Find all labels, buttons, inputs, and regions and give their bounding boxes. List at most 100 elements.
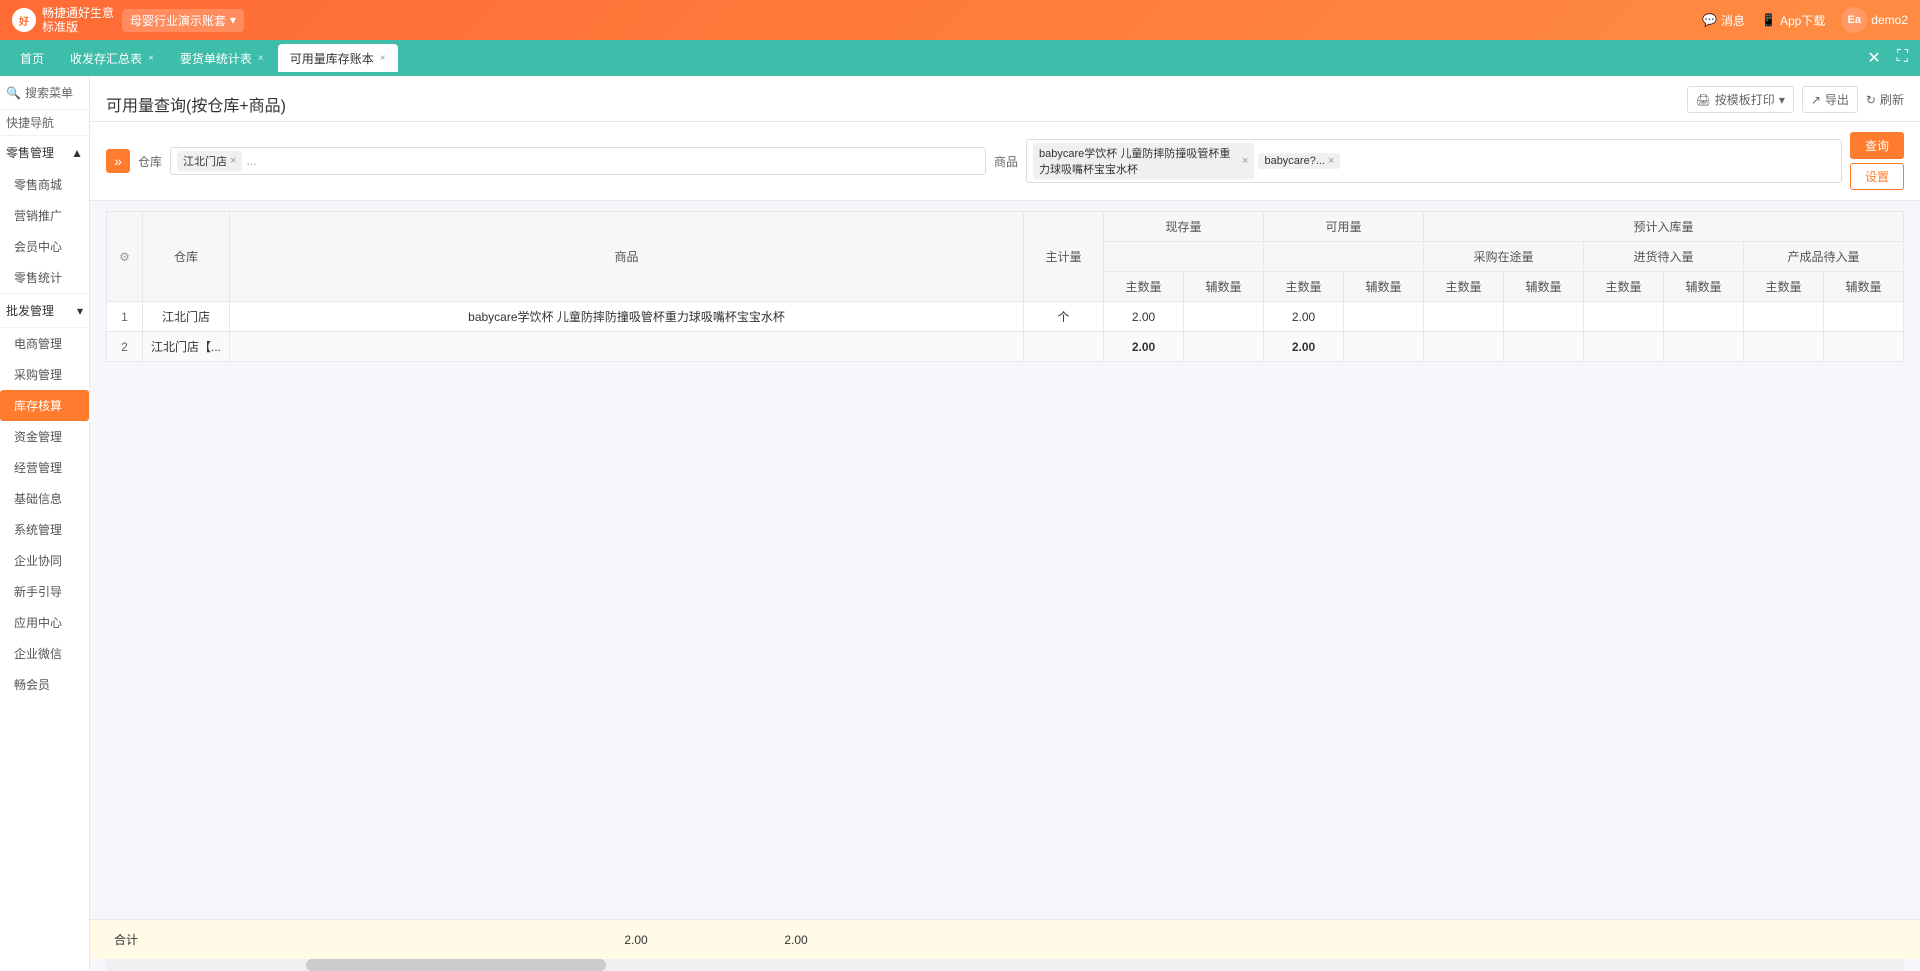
product-tag-1[interactable]: babycare学饮杯 儿童防摔防撞吸管杯重力球吸嘴杯宝宝水杯 ×	[1033, 143, 1254, 179]
cell-inbound-aux-subtotal	[1664, 332, 1744, 362]
row-number: 1	[107, 302, 143, 332]
product-filter-label: 商品	[994, 153, 1018, 170]
footer-stock-main: 2.00	[596, 933, 676, 947]
sidebar-item-app-center[interactable]: 应用中心	[0, 607, 89, 638]
message-icon: 💬	[1702, 13, 1717, 27]
tab-home[interactable]: 首页	[8, 44, 56, 72]
cell-stock-main: 2.00	[1104, 302, 1184, 332]
maximize-button[interactable]: ⛶	[1893, 44, 1912, 72]
sidebar-item-retail-mall[interactable]: 零售商城	[0, 169, 89, 200]
th-inbound-main-qty: 主数量	[1584, 272, 1664, 302]
tab-available-ledger[interactable]: 可用量库存账本 ×	[278, 44, 398, 72]
sidebar-item-member[interactable]: 会员中心	[0, 231, 89, 262]
cell-stock-main-subtotal: 2.00	[1104, 332, 1184, 362]
tab-bar-actions: ✕ ⛶	[1863, 44, 1912, 72]
sidebar-item-system[interactable]: 系统管理	[0, 514, 89, 545]
cell-inbound-main	[1584, 302, 1664, 332]
sidebar-item-retail-stats[interactable]: 零售统计	[0, 262, 89, 293]
store-selector[interactable]: 母婴行业演示账套 ▾	[122, 9, 244, 32]
close-icon[interactable]: ×	[148, 53, 154, 64]
warehouse-tag[interactable]: 江北门店 ×	[177, 151, 242, 171]
sidebar-item-purchase[interactable]: 采购管理	[0, 359, 89, 390]
close-icon[interactable]: ×	[1242, 155, 1248, 167]
horizontal-scrollbar[interactable]	[106, 959, 1904, 971]
row-number: 2	[107, 332, 143, 362]
top-header: 好 畅捷通好生意 标准版 母婴行业演示账套 ▾ 💬 消息 📱 App下载 Ea …	[0, 0, 1920, 40]
cell-avail-aux	[1344, 302, 1424, 332]
sidebar-item-inventory[interactable]: 库存核算	[0, 390, 89, 421]
data-table: ⚙ 仓库 商品 主计量 现存量 可用量 预计入库量 采购在途量 进货待入量	[106, 211, 1904, 362]
message-button[interactable]: 💬 消息	[1702, 12, 1745, 29]
avatar: Ea	[1841, 7, 1867, 33]
sidebar-item-newbie[interactable]: 新手引导	[0, 576, 89, 607]
cell-prod-main	[1744, 302, 1824, 332]
product-tag-2[interactable]: babycare?... ×	[1258, 153, 1340, 169]
th-product: 商品	[230, 212, 1024, 302]
close-icon[interactable]: ×	[258, 53, 264, 64]
th-prod-main-qty: 主数量	[1744, 272, 1824, 302]
bottom-totals-bar: 合计 2.00 2.00	[90, 919, 1920, 959]
close-icon[interactable]: ×	[230, 155, 236, 167]
warehouse-more-indicator: ...	[246, 154, 256, 168]
close-all-tabs-button[interactable]: ✕	[1863, 44, 1884, 72]
th-proc-main-qty: 主数量	[1424, 272, 1504, 302]
sidebar-section-header-retail[interactable]: 零售管理 ▲	[0, 136, 89, 169]
sidebar-item-wechat-work[interactable]: 企业微信	[0, 638, 89, 669]
cell-prod-main-subtotal	[1744, 332, 1824, 362]
template-print-button[interactable]: 🖨 按模板打印 ▾	[1687, 86, 1794, 113]
scrollbar-thumb[interactable]	[306, 959, 606, 971]
chevron-down-icon: ▾	[1779, 93, 1785, 107]
th-avail-aux-qty: 辅数量	[1344, 272, 1424, 302]
content-area: 可用量查询(按仓库+商品) 🖨 按模板打印 ▾ ↗ 导出 ↻ 刷新	[90, 76, 1920, 971]
close-icon[interactable]: ×	[1328, 155, 1334, 167]
cell-proc-main	[1424, 302, 1504, 332]
th-current-stock: 现存量	[1104, 212, 1264, 242]
export-button[interactable]: ↗ 导出	[1802, 86, 1858, 113]
sidebar-item-enterprise[interactable]: 企业协同	[0, 545, 89, 576]
cell-stock-aux-subtotal	[1184, 332, 1264, 362]
cell-product-subtotal	[230, 332, 1024, 362]
th-production-pending: 产成品待入量	[1744, 242, 1904, 272]
tab-receive-summary[interactable]: 收发存汇总表 ×	[58, 44, 166, 72]
sidebar-item-marketing[interactable]: 营销推广	[0, 200, 89, 231]
query-button[interactable]: 查询	[1850, 132, 1904, 159]
cell-main-uom-subtotal	[1024, 332, 1104, 362]
cell-avail-aux-subtotal	[1344, 332, 1424, 362]
close-icon[interactable]: ×	[380, 53, 386, 64]
sidebar-section-retail: 零售管理 ▲ 零售商城 营销推广 会员中心 零售统计	[0, 136, 89, 294]
sidebar-item-operation[interactable]: 经营管理	[0, 452, 89, 483]
logo-text: 畅捷通好生意 标准版	[42, 6, 114, 35]
th-inbound-pending: 进货待入量	[1584, 242, 1744, 272]
sidebar-search[interactable]: 🔍 搜索菜单	[0, 76, 89, 110]
sidebar-item-quick-nav[interactable]: 快捷导航	[0, 110, 89, 136]
table-container[interactable]: ⚙ 仓库 商品 主计量 现存量 可用量 预计入库量 采购在途量 进货待入量	[90, 201, 1920, 919]
th-inbound-aux-qty: 辅数量	[1664, 272, 1744, 302]
sidebar-item-ecommerce[interactable]: 电商管理	[0, 328, 89, 359]
refresh-button[interactable]: ↻ 刷新	[1866, 91, 1904, 108]
product-filter-input[interactable]: babycare学饮杯 儿童防摔防撞吸管杯重力球吸嘴杯宝宝水杯 × babyca…	[1026, 139, 1842, 183]
warehouse-filter-input[interactable]: 江北门店 × ...	[170, 147, 986, 175]
filter-actions: 查询 设置	[1850, 132, 1904, 190]
cell-warehouse-subtotal: 江北门店【...	[143, 332, 230, 362]
sidebar-item-finance[interactable]: 资金管理	[0, 421, 89, 452]
sidebar-item-vip-member[interactable]: 畅会员	[0, 669, 89, 700]
th-stock-aux-qty: 辅数量	[1184, 272, 1264, 302]
header-right: 💬 消息 📱 App下载 Ea demo2	[1702, 7, 1908, 33]
sidebar-section-wholesale: 批发管理 ▾	[0, 294, 89, 328]
th-stock-main-qty: 主数量	[1104, 272, 1184, 302]
logo-area: 好 畅捷通好生意 标准版	[12, 6, 114, 35]
th-settings[interactable]: ⚙	[107, 212, 143, 302]
chevron-down-icon: ▾	[230, 13, 236, 27]
sidebar-item-basic[interactable]: 基础信息	[0, 483, 89, 514]
cell-inbound-aux	[1664, 302, 1744, 332]
setting-button[interactable]: 设置	[1850, 163, 1904, 190]
filter-expand-button[interactable]: »	[106, 149, 130, 173]
tab-order-stats[interactable]: 要货单统计表 ×	[168, 44, 276, 72]
app-download-button[interactable]: 📱 App下载	[1761, 12, 1825, 29]
cell-inbound-main-subtotal	[1584, 332, 1664, 362]
page-title: 可用量查询(按仓库+商品)	[106, 92, 286, 116]
sidebar-section-header-wholesale[interactable]: 批发管理 ▾	[0, 294, 89, 327]
gear-icon[interactable]: ⚙	[119, 250, 130, 264]
user-area[interactable]: Ea demo2	[1841, 7, 1908, 33]
cell-main-uom: 个	[1024, 302, 1104, 332]
